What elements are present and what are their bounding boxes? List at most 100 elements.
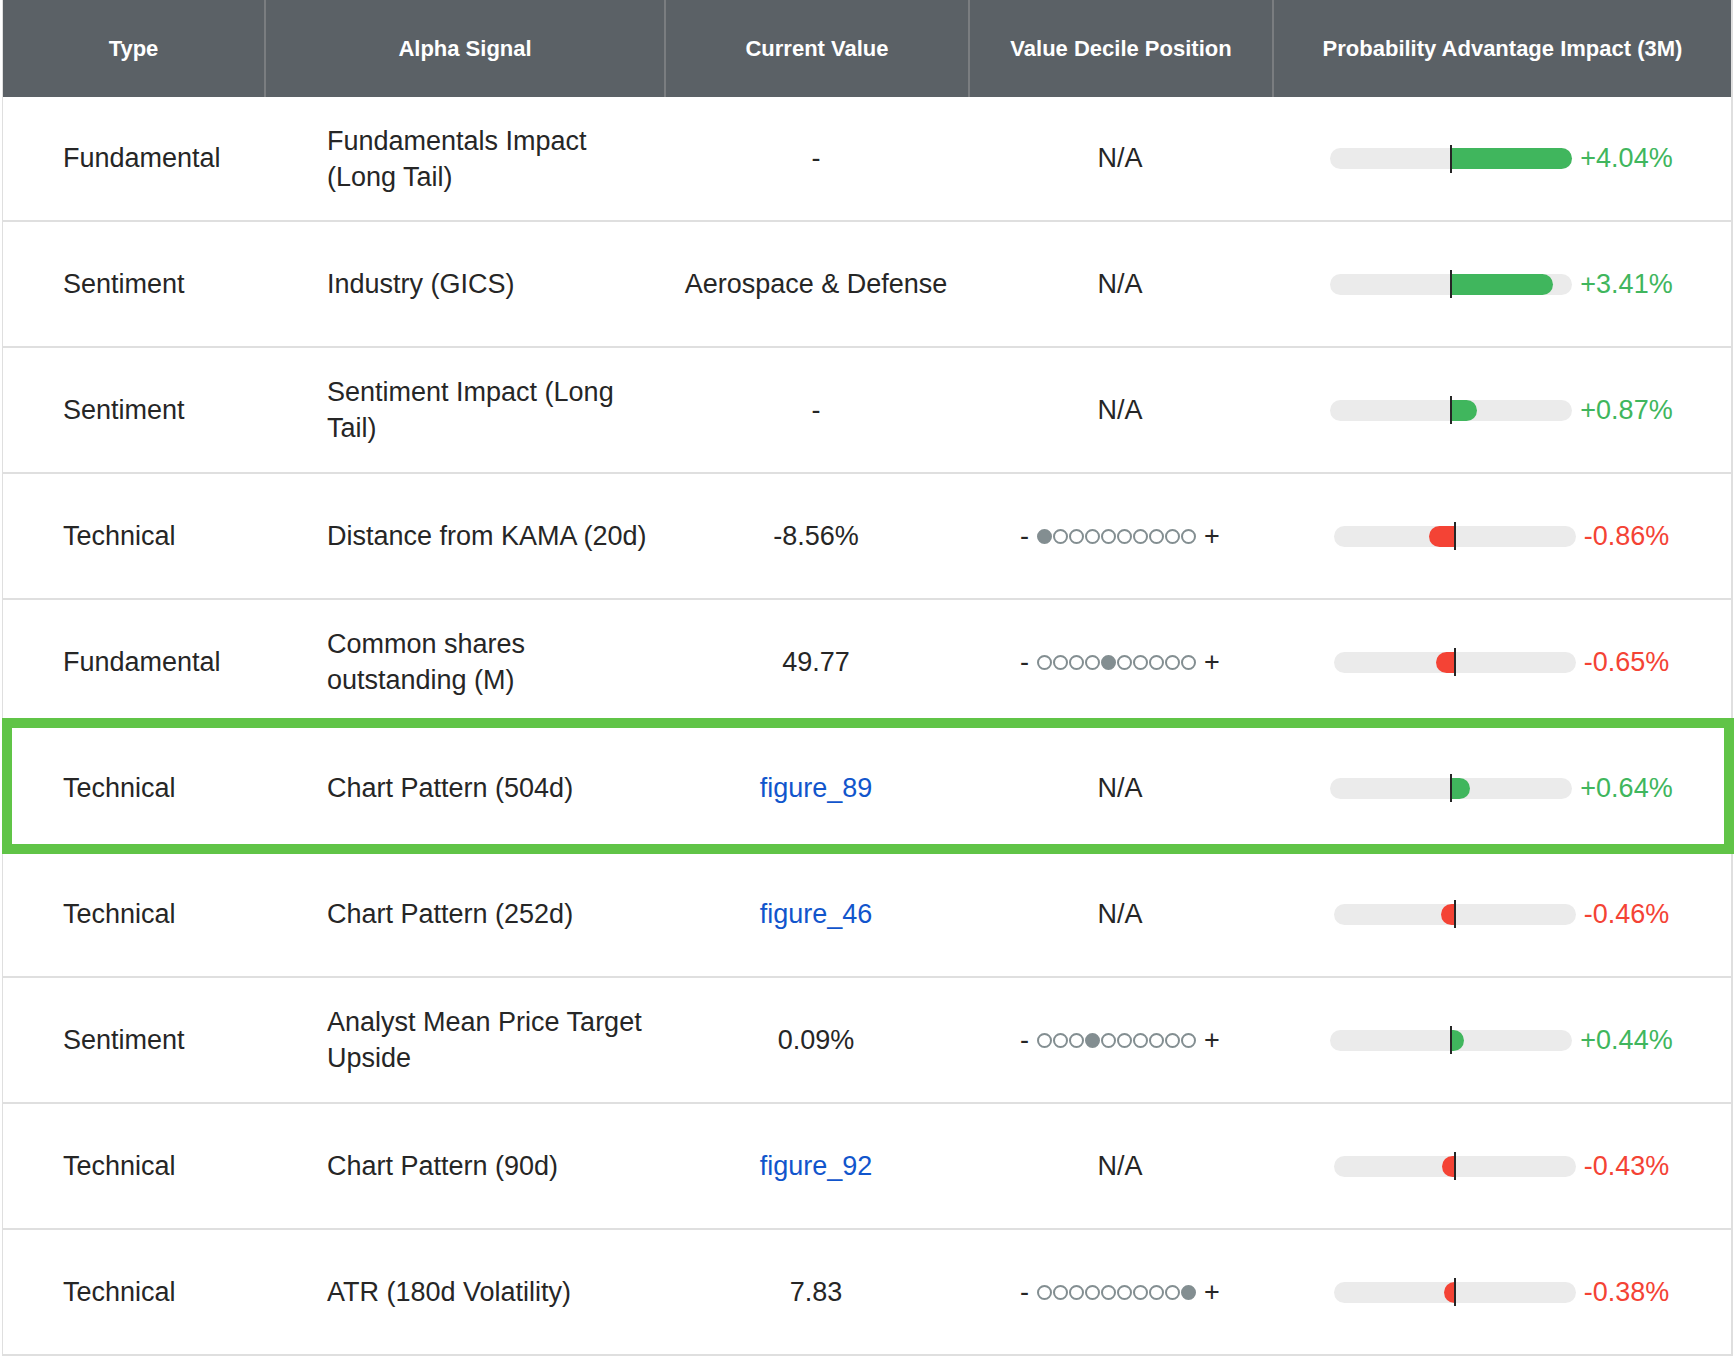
- value-decile-cell: N/A: [968, 852, 1272, 976]
- decile-dot-filled: [1037, 529, 1052, 544]
- value-decile-cell: -+: [968, 1230, 1272, 1354]
- current-value-cell: figure_89: [664, 726, 968, 850]
- decile-widget: -+: [1020, 521, 1220, 552]
- decile-dot: [1117, 655, 1132, 670]
- type-cell: Technical: [3, 852, 264, 976]
- alpha-signal-cell: Chart Pattern (504d): [264, 726, 664, 850]
- impact-bar-track: [1334, 652, 1576, 673]
- impact-bar-track: [1334, 1282, 1576, 1303]
- type-cell: Technical: [3, 726, 264, 850]
- decile-dot: [1101, 529, 1116, 544]
- decile-widget: -+: [1020, 1277, 1220, 1308]
- decile-dot: [1133, 655, 1148, 670]
- impact-bar-fill-positive: [1451, 148, 1572, 169]
- impact-bar-track: [1330, 400, 1572, 421]
- decile-dot: [1181, 529, 1196, 544]
- decile-dots: [1037, 529, 1196, 544]
- decile-dot: [1133, 529, 1148, 544]
- decile-dot: [1149, 1033, 1164, 1048]
- impact-bar-fill-negative: [1436, 652, 1455, 673]
- current-value-cell: figure_92: [664, 1104, 968, 1228]
- decile-minus-sign: -: [1020, 521, 1029, 552]
- impact-value-label: -0.65%: [1584, 647, 1670, 678]
- table-row[interactable]: TechnicalDistance from KAMA (20d)-8.56%-…: [3, 472, 1731, 598]
- table-row[interactable]: TechnicalChart Pattern (90d)figure_92N/A…: [3, 1102, 1731, 1228]
- table-body: FundamentalFundamentals Impact (Long Tai…: [3, 97, 1731, 1354]
- impact-bar-track: [1330, 274, 1572, 295]
- impact-bar-track: [1334, 1156, 1576, 1177]
- figure-link[interactable]: figure_46: [760, 899, 873, 930]
- value-decile-cell: N/A: [968, 222, 1272, 346]
- impact-bar-center-tick: [1454, 648, 1456, 676]
- decile-dot: [1053, 1285, 1068, 1300]
- decile-dot: [1037, 655, 1052, 670]
- current-value-cell: -: [664, 348, 968, 472]
- table-row[interactable]: FundamentalFundamentals Impact (Long Tai…: [3, 97, 1731, 220]
- decile-plus-sign: +: [1204, 1025, 1220, 1056]
- table-row[interactable]: TechnicalChart Pattern (252d) figure_46 N/…: [3, 850, 1731, 976]
- impact-bar-center-tick: [1450, 270, 1452, 298]
- table-row[interactable]: FundamentalCommon shares outstanding (M)…: [3, 598, 1731, 724]
- decile-dot-filled: [1085, 1033, 1100, 1048]
- impact-bar-fill-negative: [1429, 526, 1455, 547]
- decile-dot: [1181, 1033, 1196, 1048]
- decile-dot: [1133, 1285, 1148, 1300]
- value-decile-cell: N/A: [968, 348, 1272, 472]
- decile-dots: [1037, 1033, 1196, 1048]
- impact-cell: +0.44%: [1272, 978, 1731, 1102]
- impact-bar-fill-positive: [1451, 274, 1553, 295]
- decile-dot: [1165, 529, 1180, 544]
- impact-bar-track: [1334, 904, 1576, 925]
- figure-link[interactable]: figure_89: [760, 773, 873, 804]
- type-cell: Sentiment: [3, 348, 264, 472]
- decile-dot-filled: [1101, 655, 1116, 670]
- impact-value-label: -0.86%: [1584, 521, 1670, 552]
- decile-dot: [1101, 1285, 1116, 1300]
- table-row[interactable]: TechnicalChart Pattern (504d)figure_89N/…: [3, 724, 1731, 850]
- table-row[interactable]: TechnicalATR (180d Volatility)7.83-+-0.3…: [3, 1228, 1731, 1354]
- decile-dot: [1069, 1033, 1084, 1048]
- decile-dot: [1133, 1033, 1148, 1048]
- decile-dot: [1117, 1285, 1132, 1300]
- decile-dots: [1037, 655, 1196, 670]
- figure-link[interactable]: figure_92: [760, 1151, 873, 1182]
- decile-minus-sign: -: [1020, 647, 1029, 678]
- table-row[interactable]: SentimentIndustry (GICS)Aerospace & Defe…: [3, 220, 1731, 346]
- decile-dot: [1069, 529, 1084, 544]
- impact-value-label: +4.04%: [1580, 143, 1672, 174]
- value-decile-cell: N/A: [968, 1104, 1272, 1228]
- table-row[interactable]: SentimentSentiment Impact (Long Tail)-N/…: [3, 346, 1731, 472]
- table-header: Type Alpha Signal Current Value Value De…: [3, 0, 1731, 97]
- current-value-cell: 7.83: [664, 1230, 968, 1354]
- value-decile-cell: -+: [968, 474, 1272, 598]
- table-row[interactable]: SentimentAnalyst Mean Price Target Upsid…: [3, 976, 1731, 1102]
- impact-value-label: -0.46%: [1584, 899, 1670, 930]
- impact-cell: +4.04%: [1272, 97, 1731, 220]
- alpha-signal-cell: Industry (GICS): [264, 222, 664, 346]
- decile-dot: [1149, 529, 1164, 544]
- impact-bar-fill-positive: [1451, 778, 1470, 799]
- decile-dot: [1053, 655, 1068, 670]
- impact-bar-fill-negative: [1441, 904, 1455, 925]
- decile-dot: [1181, 655, 1196, 670]
- current-value-cell: -: [664, 97, 968, 220]
- impact-bar-center-tick: [1450, 774, 1452, 802]
- impact-cell: -0.43%: [1272, 1104, 1731, 1228]
- alpha-signal-cell: Fundamentals Impact (Long Tail): [264, 97, 664, 220]
- decile-dot: [1165, 1285, 1180, 1300]
- impact-bar-track: [1330, 148, 1572, 169]
- impact-cell: -0.46%: [1272, 852, 1731, 976]
- decile-minus-sign: -: [1020, 1277, 1029, 1308]
- impact-value-label: +3.41%: [1580, 269, 1672, 300]
- impact-cell: -0.86%: [1272, 474, 1731, 598]
- type-cell: Sentiment: [3, 222, 264, 346]
- decile-dot: [1037, 1033, 1052, 1048]
- impact-value-label: +0.44%: [1580, 1025, 1672, 1056]
- type-cell: Sentiment: [3, 978, 264, 1102]
- decile-dot: [1037, 1285, 1052, 1300]
- alpha-signal-cell: Chart Pattern (252d): [264, 852, 664, 976]
- impact-bar-fill-positive: [1451, 1030, 1464, 1051]
- decile-widget: -+: [1020, 1025, 1220, 1056]
- decile-dot: [1165, 1033, 1180, 1048]
- impact-cell: +0.87%: [1272, 348, 1731, 472]
